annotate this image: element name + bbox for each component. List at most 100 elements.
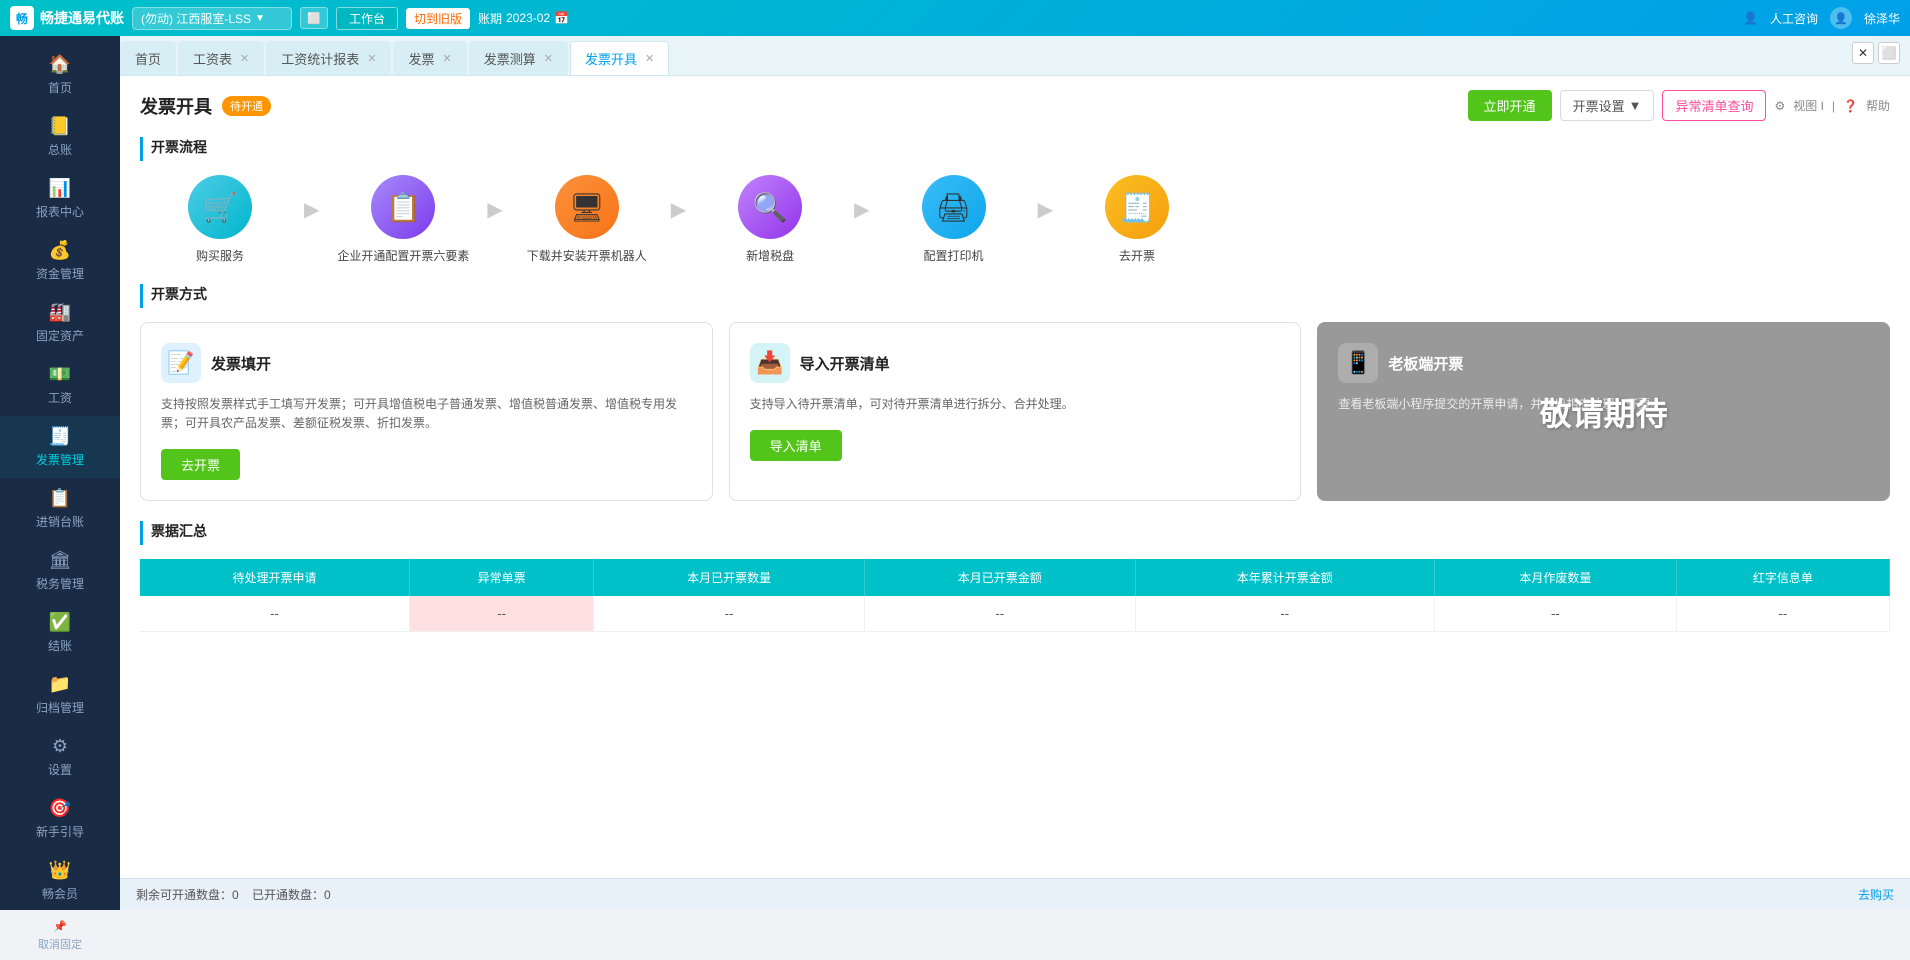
import-method-icon: 📥 bbox=[750, 343, 790, 383]
period-value: 2023-02 bbox=[506, 11, 550, 25]
tab-invoice-calc[interactable]: 发票测算 ✕ bbox=[469, 41, 568, 75]
avatar: 👤 bbox=[1830, 7, 1852, 29]
summary-section: 票据汇总 待处理开票申请 异常单票 本月已开票数量 本月已开票金额 本年累计开票… bbox=[140, 521, 1890, 632]
company-name: (勿动) 江西服室-LSS bbox=[141, 10, 251, 27]
sidebar-label-reports: 报表中心 bbox=[36, 203, 84, 220]
pin-icon: 📌 bbox=[53, 920, 67, 933]
logo-icon: 畅 bbox=[10, 6, 34, 30]
tab-home[interactable]: 首页 bbox=[120, 41, 176, 75]
abnormal-query-button[interactable]: 异常清单查询 bbox=[1662, 90, 1766, 121]
sidebar-item-purchase-sales[interactable]: 📋 进销台账 bbox=[0, 478, 120, 540]
open-settings-button[interactable]: 开票设置 ▼ bbox=[1560, 90, 1655, 121]
sidebar-item-guide[interactable]: 🎯 新手引导 bbox=[0, 788, 120, 850]
page-title-area: 发票开具 待开通 bbox=[140, 93, 271, 119]
tab-salary-table[interactable]: 工资表 ✕ bbox=[178, 41, 264, 75]
method-card-import-header: 📥 导入开票清单 bbox=[750, 343, 1281, 383]
book-icon: 📒 bbox=[49, 116, 71, 137]
cell-pending: -- bbox=[140, 596, 409, 632]
flow-steps: 🛒 购买服务 ▶ 📋 企业开通配置开票六要素 ▶ 🖥 下载并安装开票机器人 ▶ bbox=[140, 175, 1890, 264]
method-card-import: 📥 导入开票清单 支持导入待开票清单，可对待开票清单进行拆分、合并处理。 导入清… bbox=[729, 322, 1302, 501]
sidebar-label-settings: 设置 bbox=[48, 761, 72, 778]
chart-icon: 📊 bbox=[49, 178, 71, 199]
flow-section-title: 开票流程 bbox=[140, 137, 1890, 161]
sidebar-item-tax[interactable]: 🏛 税务管理 bbox=[0, 540, 120, 602]
tab-right-buttons: ✕ ⬜ bbox=[1852, 42, 1900, 64]
calendar-icon[interactable]: 📅 bbox=[554, 11, 569, 25]
sidebar-item-funds[interactable]: 💰 资金管理 bbox=[0, 230, 120, 292]
tab-close-salary-table[interactable]: ✕ bbox=[240, 52, 249, 65]
tax-icon: 🏛 bbox=[49, 550, 72, 571]
support-label[interactable]: 人工咨询 bbox=[1770, 10, 1818, 27]
immediate-open-button[interactable]: 立即开通 bbox=[1468, 90, 1552, 121]
sidebar-label-purchase-sales: 进销台账 bbox=[36, 513, 84, 530]
tab-label-home: 首页 bbox=[135, 49, 161, 68]
sidebar-item-ledger[interactable]: 📒 总账 bbox=[0, 106, 120, 168]
flow-step-label-issue: 去开票 bbox=[1119, 247, 1155, 264]
tab-close-salary-report[interactable]: ✕ bbox=[367, 52, 376, 65]
method-card-fill: 📝 发票填开 支持按照发票样式手工填写开发票；可开具增值税电子普通发票、增值税普… bbox=[140, 322, 713, 501]
switch-version-button[interactable]: 切到旧版 bbox=[406, 8, 470, 29]
tab-close-invoice-issue[interactable]: ✕ bbox=[645, 52, 654, 65]
flow-step-label-configure: 企业开通配置开票六要素 bbox=[337, 247, 469, 264]
tab-salary-report[interactable]: 工资统计报表 ✕ bbox=[266, 41, 391, 75]
sidebar-item-assets[interactable]: 🏭 固定资产 bbox=[0, 292, 120, 354]
tab-close-invoice[interactable]: ✕ bbox=[443, 52, 452, 65]
tab-invoice-issue[interactable]: 发票开具 ✕ bbox=[570, 41, 669, 75]
status-badge: 待开通 bbox=[222, 96, 271, 116]
sidebar-item-settings[interactable]: ⚙ 设置 bbox=[0, 726, 120, 788]
bottom-bar: 剩余可开通数盘：0 已开通数盘：0 去购买 bbox=[120, 878, 1910, 910]
username[interactable]: 徐泽华 bbox=[1864, 10, 1900, 27]
restore-tab-btn[interactable]: ⬜ bbox=[1878, 42, 1900, 64]
sidebar-item-archive[interactable]: 📁 归档管理 bbox=[0, 664, 120, 726]
chevron-down-icon: ▼ bbox=[1629, 98, 1642, 113]
divider: | bbox=[1832, 99, 1835, 113]
cell-month-amount: -- bbox=[864, 596, 1135, 632]
flow-section: 开票流程 🛒 购买服务 ▶ 📋 企业开通配置开票六要素 ▶ 🖥 下载并安装开 bbox=[140, 137, 1890, 264]
sidebar-label-invoice: 发票管理 bbox=[36, 451, 84, 468]
configure-icon: 📋 bbox=[371, 175, 435, 239]
sidebar-item-checkout[interactable]: ✅ 结账 bbox=[0, 602, 120, 664]
sidebar-bottom: 📌 取消固定 bbox=[0, 912, 120, 960]
fill-method-button[interactable]: 去开票 bbox=[161, 449, 240, 480]
app-logo: 畅 畅捷通易代账 bbox=[10, 6, 124, 30]
settings-label: 开票设置 bbox=[1573, 96, 1625, 115]
tab-label-invoice-calc: 发票测算 bbox=[484, 49, 536, 68]
tab-invoice[interactable]: 发票 ✕ bbox=[393, 41, 466, 75]
top-bar-right: 👤 人工咨询 👤 徐泽华 bbox=[1743, 7, 1900, 29]
unfix-label: 取消固定 bbox=[38, 936, 82, 952]
company-selector[interactable]: (勿动) 江西服室-LSS ▼ bbox=[132, 7, 292, 30]
cell-red-note: -- bbox=[1676, 596, 1889, 632]
tab-bar: 首页 工资表 ✕ 工资统计报表 ✕ 发票 ✕ 发票测算 ✕ 发票开具 ✕ bbox=[120, 36, 1910, 76]
header-actions: 立即开通 开票设置 ▼ 异常清单查询 ⚙ 视图 I | ❓ 帮助 bbox=[1468, 90, 1890, 121]
sidebar-item-reports[interactable]: 📊 报表中心 bbox=[0, 168, 120, 230]
tab-label-salary-report: 工资统计报表 bbox=[281, 49, 359, 68]
view-label: 视图 I bbox=[1793, 97, 1824, 114]
col-header-year-amount: 本年累计开票金额 bbox=[1135, 559, 1434, 596]
sidebar-item-invoice[interactable]: 🧾 发票管理 bbox=[0, 416, 120, 478]
boss-method-icon: 📱 bbox=[1338, 343, 1378, 383]
help-label: 帮助 bbox=[1866, 97, 1890, 114]
tab-label-invoice: 发票 bbox=[408, 49, 434, 68]
tab-close-invoice-calc[interactable]: ✕ bbox=[544, 52, 553, 65]
buy-service-icon: 🛒 bbox=[188, 175, 252, 239]
col-header-red-note: 红字信息单 bbox=[1676, 559, 1889, 596]
copy-icon[interactable]: ⬜ bbox=[300, 7, 328, 29]
sidebar-item-member[interactable]: 👑 畅会员 bbox=[0, 850, 120, 912]
flow-step-label-printer: 配置打印机 bbox=[924, 247, 984, 264]
flow-step-issue: 🧾 去开票 bbox=[1057, 175, 1217, 264]
method-card-boss: 📱 老板端开票 查看老板端小程序提交的开票申请，并作出相应处理，开票。 敬请期待 bbox=[1317, 322, 1890, 501]
sidebar-label-tax: 税务管理 bbox=[36, 575, 84, 592]
col-header-month-amount: 本月已开票金额 bbox=[864, 559, 1135, 596]
buy-link[interactable]: 去购买 bbox=[1858, 886, 1894, 903]
close-tab-btn[interactable]: ✕ bbox=[1852, 42, 1874, 64]
summary-table-row: -- -- -- -- -- -- -- bbox=[140, 596, 1890, 632]
import-method-button[interactable]: 导入清单 bbox=[750, 430, 842, 461]
unfix-button[interactable]: 📌 取消固定 bbox=[0, 912, 120, 960]
sidebar-label-home: 首页 bbox=[48, 79, 72, 96]
sidebar-item-salary[interactable]: 💵 工资 bbox=[0, 354, 120, 416]
flow-arrow-5: ▶ bbox=[1038, 197, 1053, 222]
workbench-button[interactable]: 工作台 bbox=[336, 7, 398, 30]
sidebar-item-home[interactable]: 🏠 首页 bbox=[0, 44, 120, 106]
printer-icon: 🖨 bbox=[922, 175, 986, 239]
page-title: 发票开具 bbox=[140, 93, 212, 119]
